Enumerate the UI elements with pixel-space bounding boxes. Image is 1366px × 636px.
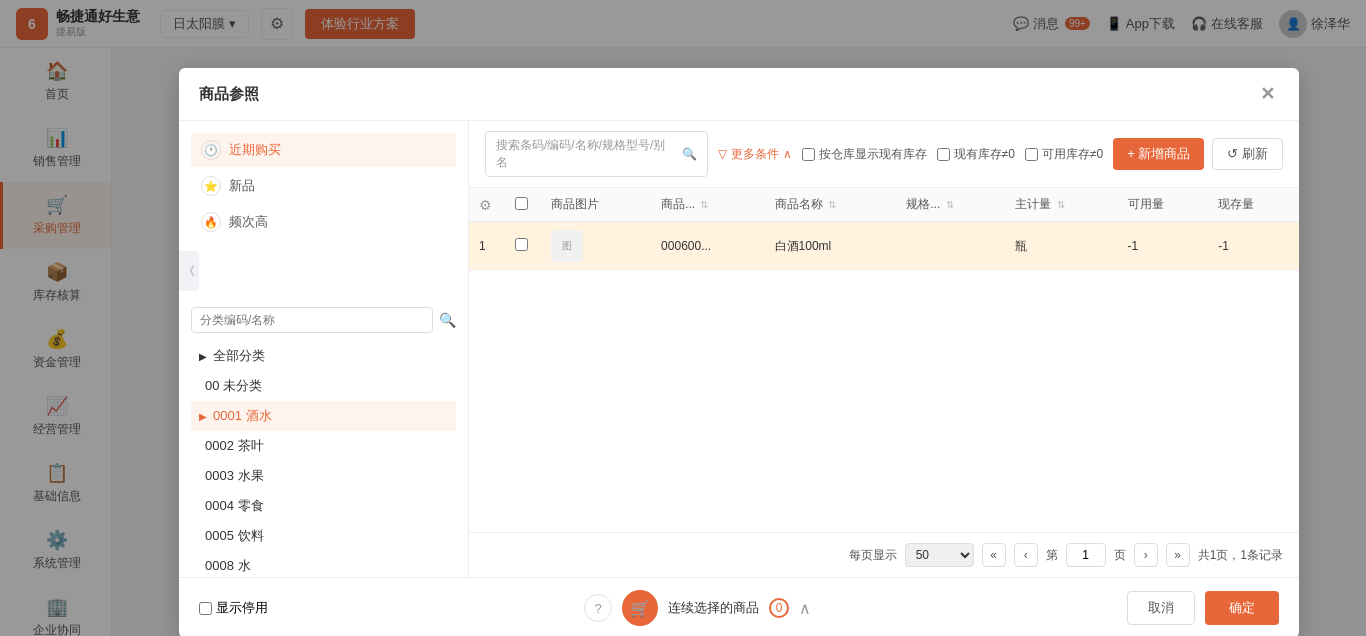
th-stock: 现存量 xyxy=(1208,188,1299,222)
modal-left-panel: 🕐 近期购买 ⭐ 新品 🔥 频次高 《 xyxy=(179,121,469,577)
th-gear: ⚙ xyxy=(469,188,505,222)
modal-overlay: 商品参照 ✕ 🕐 近期购买 ⭐ 新品 🔥 频次高 xyxy=(0,0,1366,636)
td-unit: 瓶 xyxy=(1005,222,1117,271)
gear-icon[interactable]: ⚙ xyxy=(479,197,492,213)
warehouse-filter-checkbox[interactable]: 按仓库显示现有库存 xyxy=(802,146,927,163)
frequent-icon: 🔥 xyxy=(201,212,221,232)
footer-right-btns: 取消 确定 xyxy=(1127,591,1279,625)
tab-frequent[interactable]: 🔥 频次高 xyxy=(191,205,456,239)
th-name[interactable]: 商品名称 ⇅ xyxy=(765,188,897,222)
select-all-checkbox[interactable] xyxy=(515,197,528,210)
recent-icon: 🕐 xyxy=(201,140,221,160)
td-name: 白酒100ml xyxy=(765,222,897,271)
arrow-icon: ▶ xyxy=(199,351,207,362)
th-available: 可用量 xyxy=(1118,188,1209,222)
th-spec[interactable]: 规格... ⇅ xyxy=(896,188,1005,222)
modal-close-btn[interactable]: ✕ xyxy=(1255,82,1279,106)
th-code[interactable]: 商品... ⇅ xyxy=(651,188,764,222)
refresh-btn[interactable]: ↺ 刷新 xyxy=(1212,138,1283,170)
prev-page-btn[interactable]: ‹ xyxy=(1014,543,1038,567)
th-unit[interactable]: 主计量 ⇅ xyxy=(1005,188,1117,222)
category-0005[interactable]: 0005 饮料 xyxy=(191,521,456,551)
category-00[interactable]: 00 未分类 xyxy=(191,371,456,401)
category-search-icon[interactable]: 🔍 xyxy=(439,312,456,328)
td-img: 图 xyxy=(541,222,651,271)
cart-btn[interactable]: 🛒 xyxy=(622,590,658,626)
category-0002[interactable]: 0002 茶叶 xyxy=(191,431,456,461)
toolbar-right-btns: + 新增商品 ↺ 刷新 xyxy=(1113,138,1283,170)
th-checkbox xyxy=(505,188,541,222)
sort-icon: ⇅ xyxy=(1057,199,1065,210)
td-spec xyxy=(896,222,1005,271)
product-image: 图 xyxy=(551,230,583,262)
cancel-btn[interactable]: 取消 xyxy=(1127,591,1195,625)
table-scroll[interactable]: ⚙ 商品图片 商品... ⇅ xyxy=(469,188,1299,532)
arrow-icon: ▶ xyxy=(199,411,207,422)
tab-new-products[interactable]: ⭐ 新品 xyxy=(191,169,456,203)
page-suffix: 页 xyxy=(1114,547,1126,564)
modal-header: 商品参照 ✕ xyxy=(179,68,1299,121)
sort-icon: ⇅ xyxy=(700,199,708,210)
td-available: -1 xyxy=(1118,222,1209,271)
tab-recent-purchase[interactable]: 🕐 近期购买 xyxy=(191,133,456,167)
product-table: ⚙ 商品图片 商品... ⇅ xyxy=(469,188,1299,271)
new-icon: ⭐ xyxy=(201,176,221,196)
total-info: 共1页，1条记录 xyxy=(1198,547,1283,564)
table-header-row: ⚙ 商品图片 商品... ⇅ xyxy=(469,188,1299,222)
footer-collapse-icon[interactable]: ∧ xyxy=(799,599,811,618)
category-list: ▶ 全部分类 00 未分类 ▶ 0001 酒水 0002 茶叶 xyxy=(179,341,468,577)
category-0001[interactable]: ▶ 0001 酒水 xyxy=(191,401,456,431)
category-search-row: 🔍 xyxy=(179,307,468,333)
td-stock: -1 xyxy=(1208,222,1299,271)
td-checkbox[interactable] xyxy=(505,222,541,271)
pagination-bar: 每页显示 50 100 200 « ‹ 第 页 › » 共1页，1条记录 xyxy=(469,532,1299,577)
footer-left: 显示停用 xyxy=(199,599,268,617)
stock-filter-checkbox[interactable]: 现有库存≠0 xyxy=(937,146,1015,163)
product-search-bar: 搜索条码/编码/名称/规格型号/别名 🔍 xyxy=(485,131,708,177)
confirm-btn[interactable]: 确定 xyxy=(1205,591,1279,625)
sort-icon: ⇅ xyxy=(828,199,836,210)
last-page-btn[interactable]: » xyxy=(1166,543,1190,567)
collapse-left-btn[interactable]: 《 xyxy=(179,251,199,291)
sort-icon: ⇅ xyxy=(946,199,954,210)
product-table-area: ⚙ 商品图片 商品... ⇅ xyxy=(469,188,1299,532)
selected-label: 连续选择的商品 xyxy=(668,599,759,617)
available-filter-checkbox[interactable]: 可用库存≠0 xyxy=(1025,146,1103,163)
category-0003[interactable]: 0003 水果 xyxy=(191,461,456,491)
help-btn[interactable]: ? xyxy=(584,594,612,622)
search-placeholder-text: 搜索条码/编码/名称/规格型号/别名 xyxy=(496,137,674,171)
show-disabled-label[interactable]: 显示停用 xyxy=(199,599,268,617)
product-search-icon[interactable]: 🔍 xyxy=(682,147,697,161)
product-toolbar: 搜索条码/编码/名称/规格型号/别名 🔍 ▽ 更多条件 ∧ 按仓库显示现有库存 xyxy=(469,121,1299,188)
cart-icon: 🛒 xyxy=(630,599,650,618)
left-tabs: 🕐 近期购买 ⭐ 新品 🔥 频次高 xyxy=(179,133,468,239)
category-all[interactable]: ▶ 全部分类 xyxy=(191,341,456,371)
category-0004[interactable]: 0004 零食 xyxy=(191,491,456,521)
modal-right-panel: 搜索条码/编码/名称/规格型号/别名 🔍 ▽ 更多条件 ∧ 按仓库显示现有库存 xyxy=(469,121,1299,577)
more-filter-btn[interactable]: ▽ 更多条件 ∧ xyxy=(718,146,792,163)
first-page-btn[interactable]: « xyxy=(982,543,1006,567)
table-row[interactable]: 1 图 000600... xyxy=(469,222,1299,271)
show-disabled-checkbox[interactable] xyxy=(199,602,212,615)
page-label: 第 xyxy=(1046,547,1058,564)
add-product-btn[interactable]: + 新增商品 xyxy=(1113,138,1204,170)
modal-body: 🕐 近期购买 ⭐ 新品 🔥 频次高 《 xyxy=(179,121,1299,577)
th-img: 商品图片 xyxy=(541,188,651,222)
modal-title: 商品参照 xyxy=(199,85,259,104)
next-page-btn[interactable]: › xyxy=(1134,543,1158,567)
selected-count-badge: 0 xyxy=(769,598,789,618)
td-no: 1 xyxy=(469,222,505,271)
td-code: 000600... xyxy=(651,222,764,271)
category-0008[interactable]: 0008 水 xyxy=(191,551,456,577)
page-size-select[interactable]: 50 100 200 xyxy=(905,543,974,567)
modal-footer: 显示停用 ? 🛒 连续选择的商品 0 ∧ 取消 确定 xyxy=(179,577,1299,636)
row-checkbox[interactable] xyxy=(515,238,528,251)
page-size-label: 每页显示 xyxy=(849,547,897,564)
current-page-input[interactable] xyxy=(1066,543,1106,567)
category-search-input[interactable] xyxy=(191,307,433,333)
product-reference-modal: 商品参照 ✕ 🕐 近期购买 ⭐ 新品 🔥 频次高 xyxy=(179,68,1299,636)
